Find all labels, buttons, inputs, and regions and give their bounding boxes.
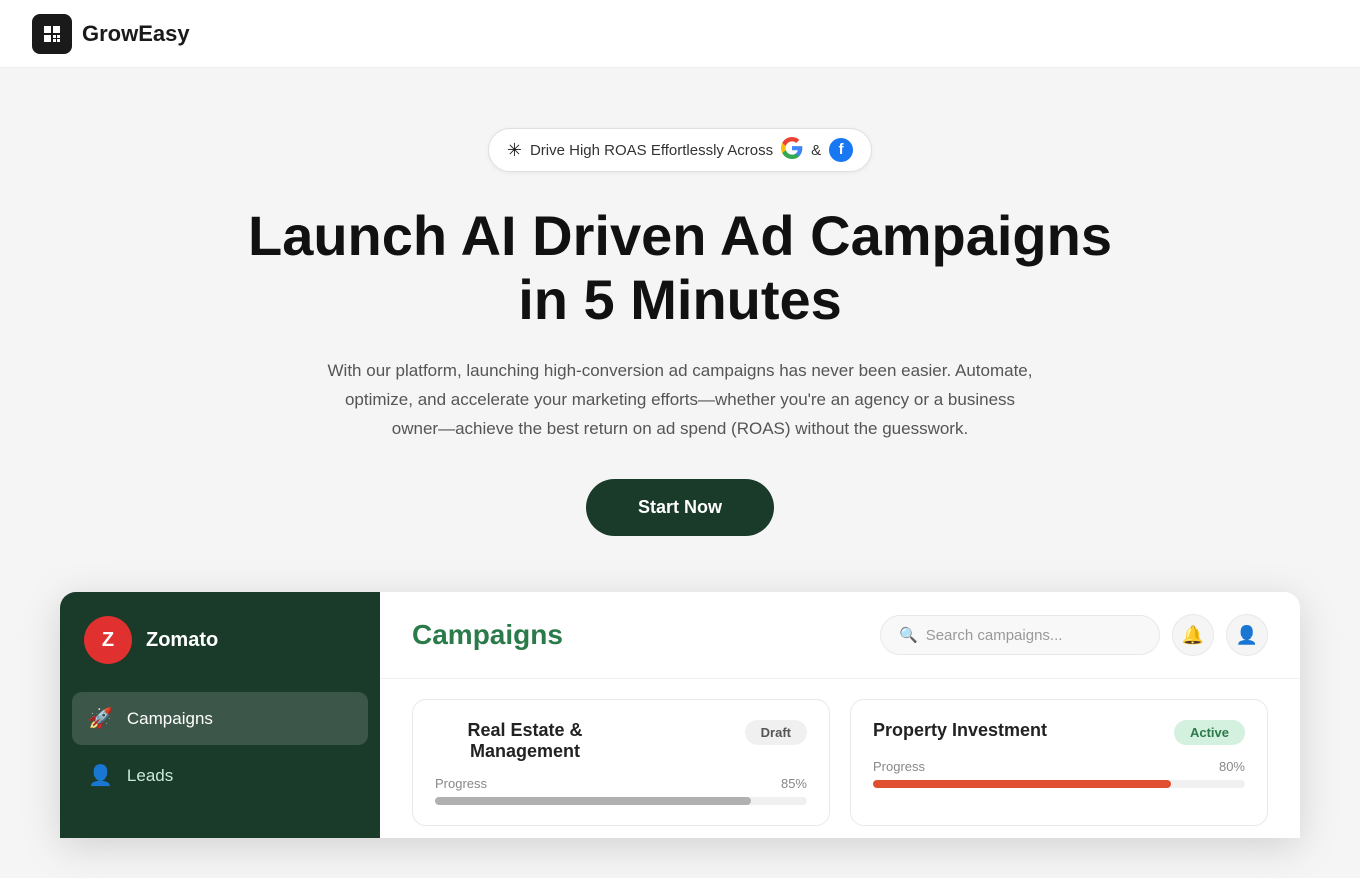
campaigns-icon: 🚀 bbox=[88, 706, 113, 731]
hero-title: Launch AI Driven Ad Campaigns in 5 Minut… bbox=[230, 204, 1130, 333]
logo-text: GrowEasy bbox=[82, 21, 190, 47]
progress-label-1: Progress 85% bbox=[435, 776, 807, 791]
progress-bar-bg-2 bbox=[873, 780, 1245, 788]
hero-section: ✳ Drive High ROAS Effortlessly Across & … bbox=[0, 68, 1360, 878]
bell-icon: 🔔 bbox=[1182, 625, 1204, 646]
progress-bar-bg-1 bbox=[435, 797, 807, 805]
main-content: Campaigns 🔍 Search campaigns... 🔔 👤 bbox=[380, 592, 1300, 838]
card-header-2: Property Investment Active bbox=[873, 720, 1245, 745]
sidebar-brand: Z Zomato bbox=[60, 592, 380, 692]
search-icon: 🔍 bbox=[899, 626, 918, 644]
badge-star-icon: ✳ bbox=[507, 140, 522, 161]
card-header-1: Real Estate & Management Draft bbox=[435, 720, 807, 762]
card-title-1: Real Estate & Management bbox=[435, 720, 615, 762]
search-placeholder: Search campaigns... bbox=[926, 627, 1063, 644]
sidebar-campaigns-label: Campaigns bbox=[127, 709, 213, 729]
campaign-card-1[interactable]: Real Estate & Management Draft Progress … bbox=[412, 699, 830, 826]
user-icon: 👤 bbox=[1236, 625, 1258, 646]
logo-svg bbox=[40, 22, 64, 46]
sidebar-nav: 🚀 Campaigns 👤 Leads bbox=[60, 692, 380, 802]
preview-container: Z Zomato 🚀 Campaigns 👤 Leads bbox=[60, 592, 1300, 838]
campaign-card-2[interactable]: Property Investment Active Progress 80% bbox=[850, 699, 1268, 826]
app-header: GrowEasy bbox=[0, 0, 1360, 68]
progress-bar-fill-2 bbox=[873, 780, 1171, 788]
status-badge-2: Active bbox=[1174, 720, 1245, 745]
facebook-icon: f bbox=[829, 138, 853, 162]
hero-badge: ✳ Drive High ROAS Effortlessly Across & … bbox=[488, 128, 872, 172]
main-header: Campaigns 🔍 Search campaigns... 🔔 👤 bbox=[380, 592, 1300, 679]
progress-value-1: 85% bbox=[781, 776, 807, 791]
search-area: 🔍 Search campaigns... 🔔 👤 bbox=[880, 614, 1268, 656]
status-badge-1: Draft bbox=[745, 720, 807, 745]
notifications-button[interactable]: 🔔 bbox=[1172, 614, 1214, 656]
campaigns-title: Campaigns bbox=[412, 619, 563, 651]
progress-label-2: Progress 80% bbox=[873, 759, 1245, 774]
card-title-2: Property Investment bbox=[873, 720, 1047, 741]
campaigns-grid: Real Estate & Management Draft Progress … bbox=[380, 679, 1300, 838]
badge-connector: & bbox=[811, 142, 821, 159]
profile-button[interactable]: 👤 bbox=[1226, 614, 1268, 656]
brand-name: Zomato bbox=[146, 629, 218, 652]
hero-subtitle: With our platform, launching high-conver… bbox=[320, 357, 1040, 444]
sidebar-item-leads[interactable]: 👤 Leads bbox=[72, 749, 368, 802]
sidebar-leads-label: Leads bbox=[127, 766, 173, 786]
logo-icon bbox=[32, 14, 72, 54]
progress-text-2: Progress bbox=[873, 759, 925, 774]
brand-avatar: Z bbox=[84, 616, 132, 664]
google-icon bbox=[781, 137, 803, 163]
leads-icon: 👤 bbox=[88, 763, 113, 788]
badge-text: Drive High ROAS Effortlessly Across bbox=[530, 142, 773, 159]
logo: GrowEasy bbox=[32, 14, 190, 54]
progress-text-1: Progress bbox=[435, 776, 487, 791]
progress-value-2: 80% bbox=[1219, 759, 1245, 774]
sidebar-item-campaigns[interactable]: 🚀 Campaigns bbox=[72, 692, 368, 745]
search-box[interactable]: 🔍 Search campaigns... bbox=[880, 615, 1160, 655]
start-now-button[interactable]: Start Now bbox=[586, 479, 774, 536]
dashboard-preview: Z Zomato 🚀 Campaigns 👤 Leads bbox=[20, 592, 1340, 838]
sidebar: Z Zomato 🚀 Campaigns 👤 Leads bbox=[60, 592, 380, 838]
progress-bar-fill-1 bbox=[435, 797, 751, 805]
